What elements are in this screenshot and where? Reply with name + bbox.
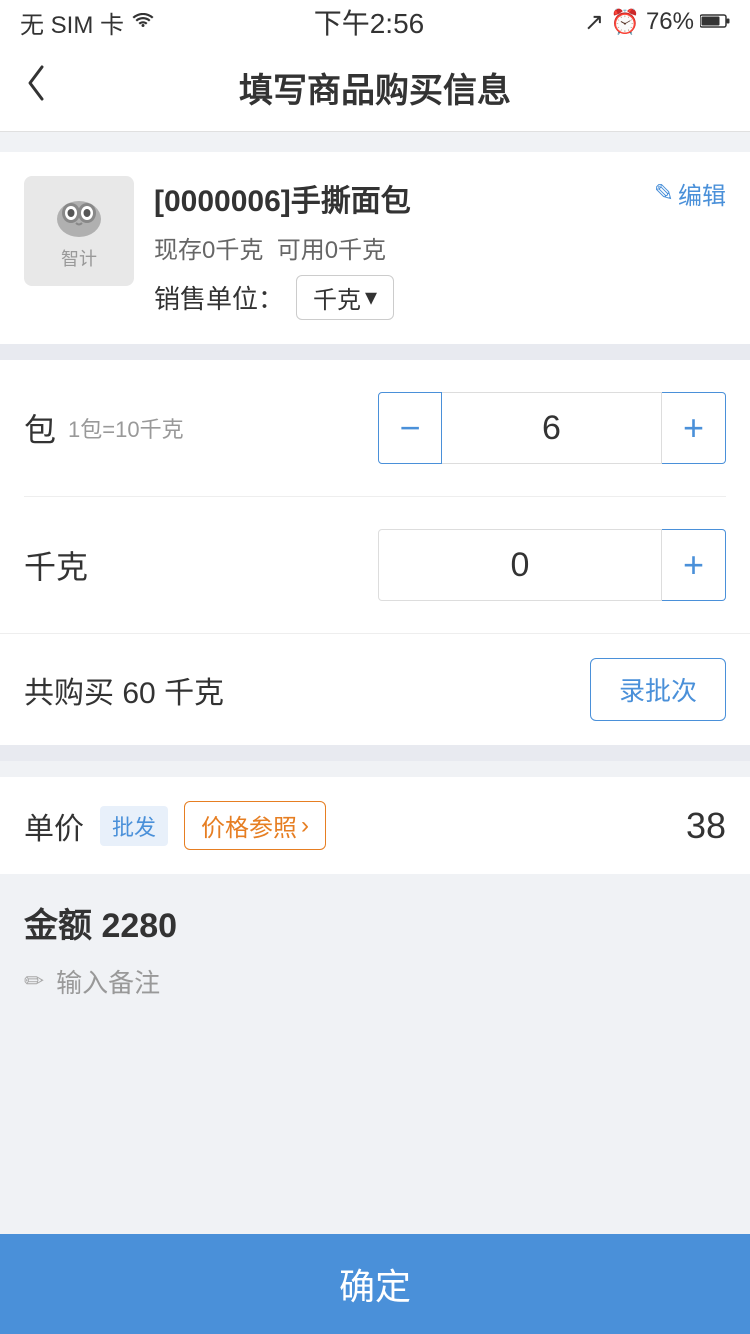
remark-placeholder: 输入备注 [56, 963, 160, 1000]
section-divider-2 [0, 745, 750, 761]
amount-row: 金额 2280 [24, 898, 726, 947]
price-row: 单价 批发 价格参照 › 38 [24, 801, 726, 850]
carrier-label: 无 SIM 卡 [20, 5, 124, 40]
bag-input-row: 包 1包=10千克 − + [24, 360, 726, 497]
product-card: 智计 [0000006]手撕面包 现存0千克 可用0千克 销售单位： 千克 ▾ … [0, 152, 750, 344]
bag-label: 包 1包=10千克 [24, 405, 184, 451]
unit-select[interactable]: 千克 ▾ [296, 275, 394, 320]
product-unit-row: 销售单位： 千克 ▾ [154, 275, 726, 320]
nav-bar: 填写商品购买信息 [0, 44, 750, 132]
kg-controls: 0 + [378, 529, 726, 601]
bag-controls: − + [378, 392, 726, 464]
remark-row[interactable]: ✏ 输入备注 [24, 963, 726, 1000]
bag-increment-button[interactable]: + [662, 392, 726, 464]
price-label: 单价 [24, 804, 84, 848]
battery-icon [700, 8, 730, 36]
page-title: 填写商品购买信息 [239, 63, 511, 112]
battery-label: 76% [646, 8, 694, 36]
record-batch-button[interactable]: 录批次 [590, 658, 726, 721]
price-value: 38 [686, 805, 726, 847]
price-badge: 批发 [100, 806, 168, 846]
price-section: 单价 批发 价格参照 › 38 [0, 777, 750, 874]
product-image-label: 智计 [61, 245, 97, 271]
total-row: 共购买 60 千克 录批次 [0, 633, 750, 745]
edit-button[interactable]: ✎ 编辑 [654, 176, 726, 211]
product-info: [0000006]手撕面包 现存0千克 可用0千克 销售单位： 千克 ▾ [154, 176, 726, 320]
confirm-bar[interactable]: 确定 [0, 1234, 750, 1334]
edit-icon: ✎ [654, 179, 674, 208]
input-section: 包 1包=10千克 − + 千克 0 + [0, 360, 750, 633]
confirm-button-label: 确定 [339, 1258, 411, 1310]
bag-input[interactable] [442, 392, 662, 464]
price-ref-icon: › [301, 812, 309, 840]
price-ref-button[interactable]: 价格参照 › [184, 801, 326, 850]
unit-label: 销售单位： [154, 279, 284, 316]
kg-label: 千克 [24, 542, 88, 588]
back-button[interactable] [24, 63, 48, 112]
amount-section: 金额 2280 ✏ 输入备注 [0, 874, 750, 1024]
kg-increment-button[interactable]: + [662, 529, 726, 601]
status-left: 无 SIM 卡 [20, 5, 154, 40]
kg-input-row: 千克 0 + [24, 497, 726, 633]
bag-decrement-button[interactable]: − [378, 392, 442, 464]
bag-hint: 1包=10千克 [68, 412, 184, 444]
location-icon: ↗ [584, 8, 604, 37]
status-right: ↗ ⏰ 76% [584, 8, 730, 37]
total-text: 共购买 60 千克 [24, 668, 224, 712]
product-image: 智计 [24, 176, 134, 286]
status-bar: 无 SIM 卡 下午2:56 ↗ ⏰ 76% [0, 0, 750, 44]
section-divider-1 [0, 344, 750, 360]
kg-value-display: 0 [378, 529, 662, 601]
remark-icon: ✏ [24, 967, 44, 996]
alarm-icon: ⏰ [610, 8, 640, 37]
product-name: [0000006]手撕面包 [154, 176, 726, 220]
wifi-icon [132, 8, 154, 36]
status-time: 下午2:56 [314, 2, 425, 42]
product-stock: 现存0千克 可用0千克 [154, 230, 726, 265]
